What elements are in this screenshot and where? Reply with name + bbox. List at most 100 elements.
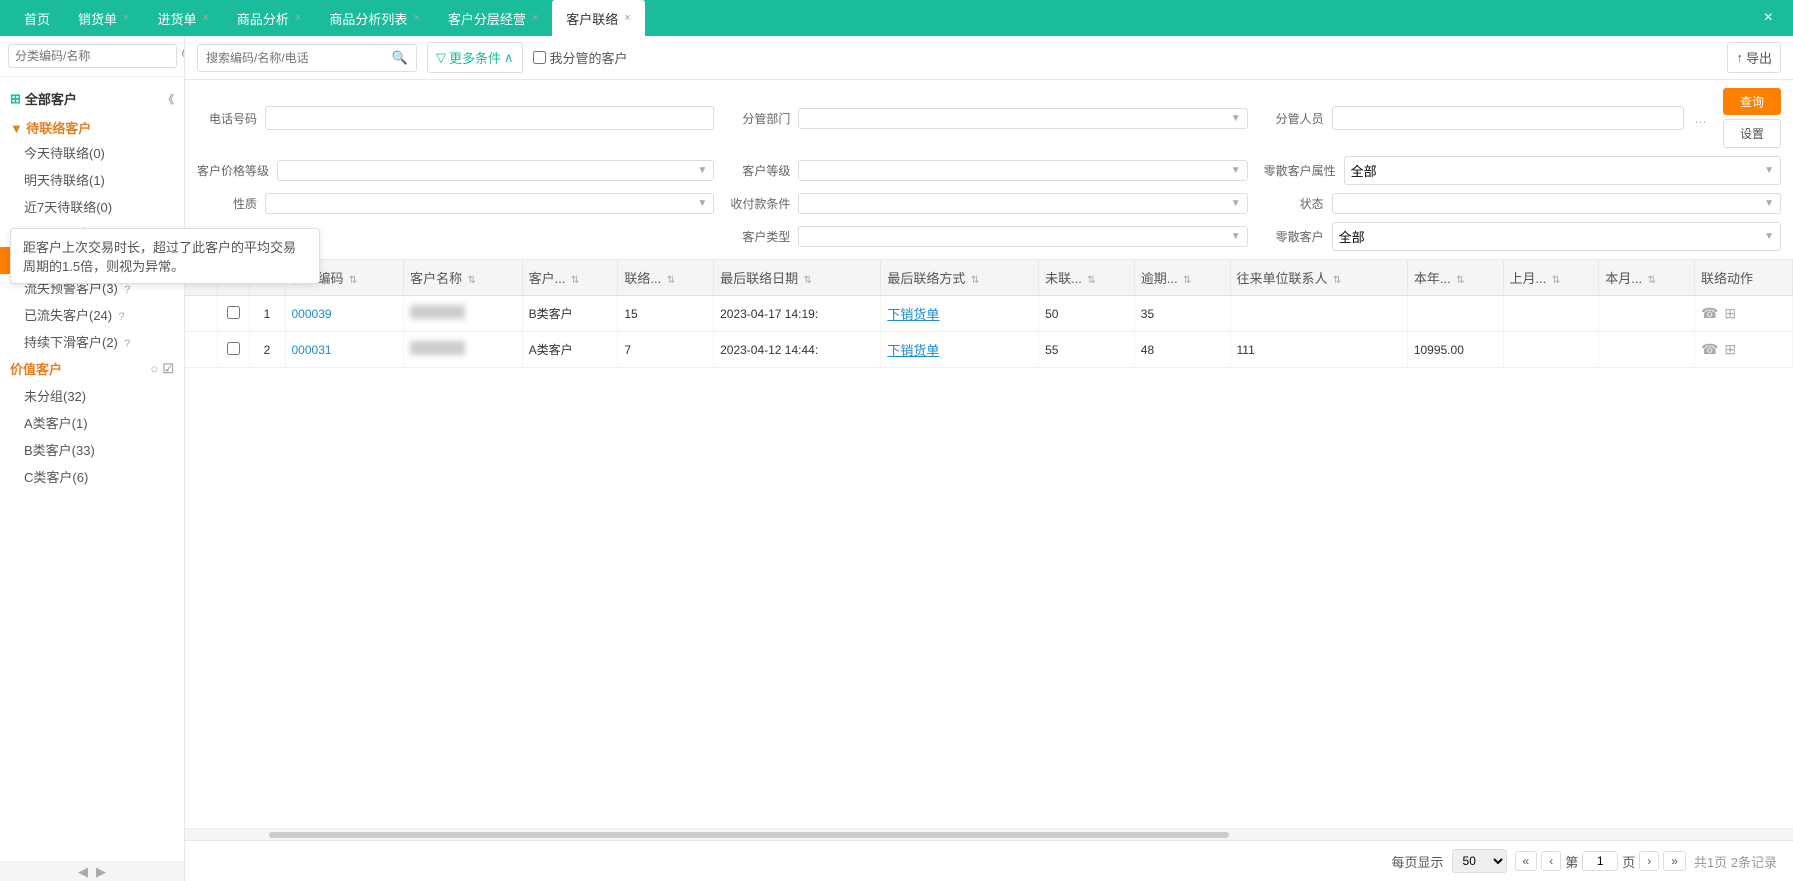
row-code[interactable]: 000031 [285,332,404,368]
sidebar-item-ungrouped[interactable]: 未分组(32) [0,382,184,409]
page-size-select[interactable]: 50 20 100 [1452,849,1507,873]
sidebar-item-declining[interactable]: 持续下滑客户(2) ? [0,328,184,355]
col-overdue-header[interactable]: 逾期... ⇅ [1134,260,1230,296]
customer-name-blurred [410,305,465,319]
last-page-button[interactable]: » [1663,851,1686,871]
settings-button[interactable]: 设置 [1723,119,1781,148]
sidebar-item-already-lost[interactable]: 已流失客户(24) ? [0,301,184,328]
nature-select[interactable]: ▼ [265,193,714,214]
customer-level-chevron: ▼ [1231,165,1241,176]
col-last-method-header[interactable]: 最后联络方式 ⇅ [881,260,1039,296]
my-customers-checkbox[interactable] [533,51,546,64]
sidebar-item-class-c[interactable]: C类客户(6) [0,463,184,490]
main-search-icon[interactable]: 🔍 [392,50,408,66]
sidebar-scroll-right[interactable]: ▶ [96,864,106,880]
page-number-input[interactable] [1582,851,1618,871]
next-page-button[interactable]: › [1639,851,1659,871]
phone-action-icon[interactable]: ☎ [1701,305,1718,322]
col-type-header[interactable]: 客户... ⇅ [522,260,618,296]
row-checkbox-1[interactable] [227,342,240,355]
scatter-customer-label: 零散客户 [1264,228,1324,245]
status-select[interactable]: ▼ [1332,193,1781,214]
first-page-button[interactable]: « [1515,851,1538,871]
col-last-month-header[interactable]: 上月... ⇅ [1503,260,1599,296]
tree-group-pending[interactable]: ▼ 待联络客户 [0,114,184,139]
nav-customer-tier[interactable]: 客户分层经营 × [434,0,552,36]
sidebar-item-class-b[interactable]: B类客户(33) [0,436,184,463]
row-last-month [1503,332,1599,368]
scatter-attr-select[interactable]: 全部 ▼ [1344,156,1781,185]
scatter-customer-select[interactable]: 全部 ▼ [1332,222,1781,251]
filter-row-customer-level: 客户等级 ▼ [730,156,1247,185]
data-table-area[interactable]: ⚙ 客户编码 ⇅ 客户名称 ⇅ 客户... ⇅ [185,260,1793,828]
close-product-analysis-list[interactable]: × [413,12,419,24]
price-level-select[interactable]: ▼ [277,160,714,181]
phone-input[interactable] [265,106,714,130]
col-last-date-header[interactable]: 最后联络日期 ⇅ [714,260,881,296]
nav-product-analysis[interactable]: 商品分析 × [223,0,315,36]
close-product-analysis[interactable]: × [295,12,301,24]
more-conditions-button[interactable]: ▽ 更多条件 ∧ [427,42,523,73]
row-current-year: 10995.00 [1407,332,1503,368]
close-customer-contact[interactable]: × [624,12,630,24]
close-window-button[interactable]: × [1754,9,1783,27]
dots-icon[interactable]: … [1694,111,1707,126]
phone-action-icon[interactable]: ☎ [1701,341,1718,358]
col-current-year-header[interactable]: 本年... ⇅ [1407,260,1503,296]
search-input-wrapper: 🔍 [197,44,417,72]
dept-chevron: ▼ [1231,113,1241,124]
more-action-icon[interactable]: ⊞ [1724,341,1736,358]
payment-select[interactable]: ▼ [798,193,1247,214]
main-search-input[interactable] [206,51,388,65]
customer-level-select[interactable]: ▼ [798,160,1247,181]
row-last-method[interactable]: 下销货单 [881,296,1039,332]
row-name[interactable] [404,332,523,368]
sidebar-item-class-a[interactable]: A类客户(1) [0,409,184,436]
last-method-link[interactable]: 下销货单 [887,343,939,358]
tree-root-all-customers[interactable]: ⊞ 全部客户 《 [0,83,184,114]
row-pending: 50 [1039,296,1135,332]
close-purchase-order[interactable]: × [202,12,208,24]
row-checkbox-0[interactable] [227,306,240,319]
nav-sales-order[interactable]: 销货单 × [64,0,143,36]
sidebar-item-7days[interactable]: 近7天待联络(0) [0,193,184,220]
sidebar-item-tomorrow[interactable]: 明天待联络(1) [0,166,184,193]
nav-purchase-order[interactable]: 进货单 × [143,0,222,36]
filter-row-department: 分管部门 ▼ [730,88,1247,148]
row-name[interactable] [404,296,523,332]
scrollbar-thumb[interactable] [269,832,1229,838]
horizontal-scrollbar[interactable] [185,828,1793,840]
row-actions: ☎ ⊞ [1694,296,1792,332]
sidebar-search-input[interactable] [8,44,177,68]
col-name-header[interactable]: 客户名称 ⇅ [404,260,523,296]
sidebar-item-today[interactable]: 今天待联络(0) [0,139,184,166]
info-icon-already-lost: ? [118,311,124,323]
dept-select[interactable]: ▼ [798,108,1247,129]
more-action-icon[interactable]: ⊞ [1724,305,1736,322]
last-method-link[interactable]: 下销货单 [887,307,939,322]
row-code[interactable]: 000039 [285,296,404,332]
person-input[interactable] [1332,106,1684,130]
collapse-sidebar-button[interactable]: 《 [163,91,174,107]
col-pending-header[interactable]: 未联... ⇅ [1039,260,1135,296]
nav-home[interactable]: 首页 [10,0,64,36]
section-edit-icons: ○ ☑ [150,361,174,377]
nav-customer-contact[interactable]: 客户联络 × [552,0,644,36]
col-contact-header[interactable]: 联络... ⇅ [618,260,714,296]
row-contact-count: 15 [618,296,714,332]
close-sales-order[interactable]: × [123,12,129,24]
nav-product-analysis-list[interactable]: 商品分析列表 × [315,0,433,36]
sort-last-month-icon: ⇅ [1552,275,1560,286]
close-customer-tier[interactable]: × [532,12,538,24]
customer-type-select[interactable]: ▼ [798,226,1247,247]
query-button[interactable]: 查询 [1723,88,1781,115]
col-this-month-header[interactable]: 本月... ⇅ [1599,260,1695,296]
sidebar-scroll-left[interactable]: ◀ [78,864,88,880]
row-last-date: 2023-04-12 14:44: [714,332,881,368]
circle-icon[interactable]: ○ [150,361,158,377]
prev-page-button[interactable]: ‹ [1541,851,1561,871]
check-icon[interactable]: ☑ [162,361,174,377]
col-contacts-header[interactable]: 往来单位联系人 ⇅ [1230,260,1407,296]
export-button[interactable]: ↑ 导出 [1727,42,1781,73]
row-last-method[interactable]: 下销货单 [881,332,1039,368]
